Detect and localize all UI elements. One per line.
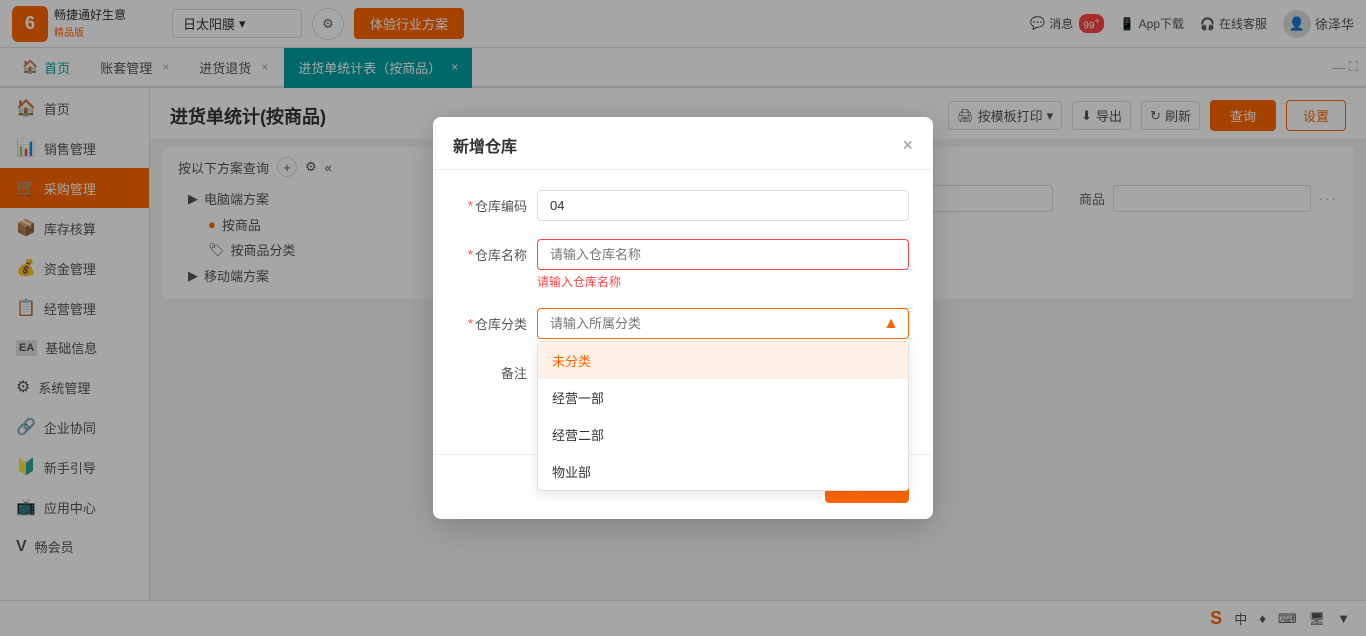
code-input[interactable] [537, 190, 909, 221]
dropdown-item-1[interactable]: 经营一部 [538, 379, 908, 416]
new-warehouse-dialog: 新增仓库 × * 仓库编码 * 仓库名称 [433, 117, 933, 519]
code-label: * 仓库编码 [457, 190, 537, 215]
modal-overlay: 新增仓库 × * 仓库编码 * 仓库名称 [0, 0, 1366, 636]
dialog-header: 新增仓库 × [433, 117, 933, 170]
dialog-body: * 仓库编码 * 仓库名称 请输入仓库名称 [433, 170, 933, 454]
name-label: * 仓库名称 [457, 239, 537, 264]
dialog-close-button[interactable]: × [902, 135, 913, 156]
form-row-category: * 仓库分类 ▲ 未分类 经营一部 经营二部 物业部 [457, 308, 909, 339]
note-label: 备注 [457, 357, 537, 382]
dialog-title: 新增仓库 [453, 133, 517, 157]
name-input[interactable] [537, 239, 909, 270]
dropdown-item-0[interactable]: 未分类 [538, 342, 908, 379]
category-dropdown-list: 未分类 经营一部 经营二部 物业部 [537, 341, 909, 491]
name-field: 请输入仓库名称 [537, 239, 909, 290]
name-error-msg: 请输入仓库名称 [537, 273, 909, 290]
form-row-code: * 仓库编码 [457, 190, 909, 221]
category-input-wrapper: ▲ [537, 308, 909, 339]
dropdown-item-2[interactable]: 经营二部 [538, 416, 908, 453]
category-dropdown-icon[interactable]: ▲ [883, 315, 899, 333]
code-field [537, 190, 909, 221]
category-input[interactable] [537, 308, 909, 339]
form-row-name: * 仓库名称 请输入仓库名称 [457, 239, 909, 290]
category-label: * 仓库分类 [457, 308, 537, 333]
category-field: ▲ 未分类 经营一部 经营二部 物业部 [537, 308, 909, 339]
dropdown-item-3[interactable]: 物业部 [538, 453, 908, 490]
